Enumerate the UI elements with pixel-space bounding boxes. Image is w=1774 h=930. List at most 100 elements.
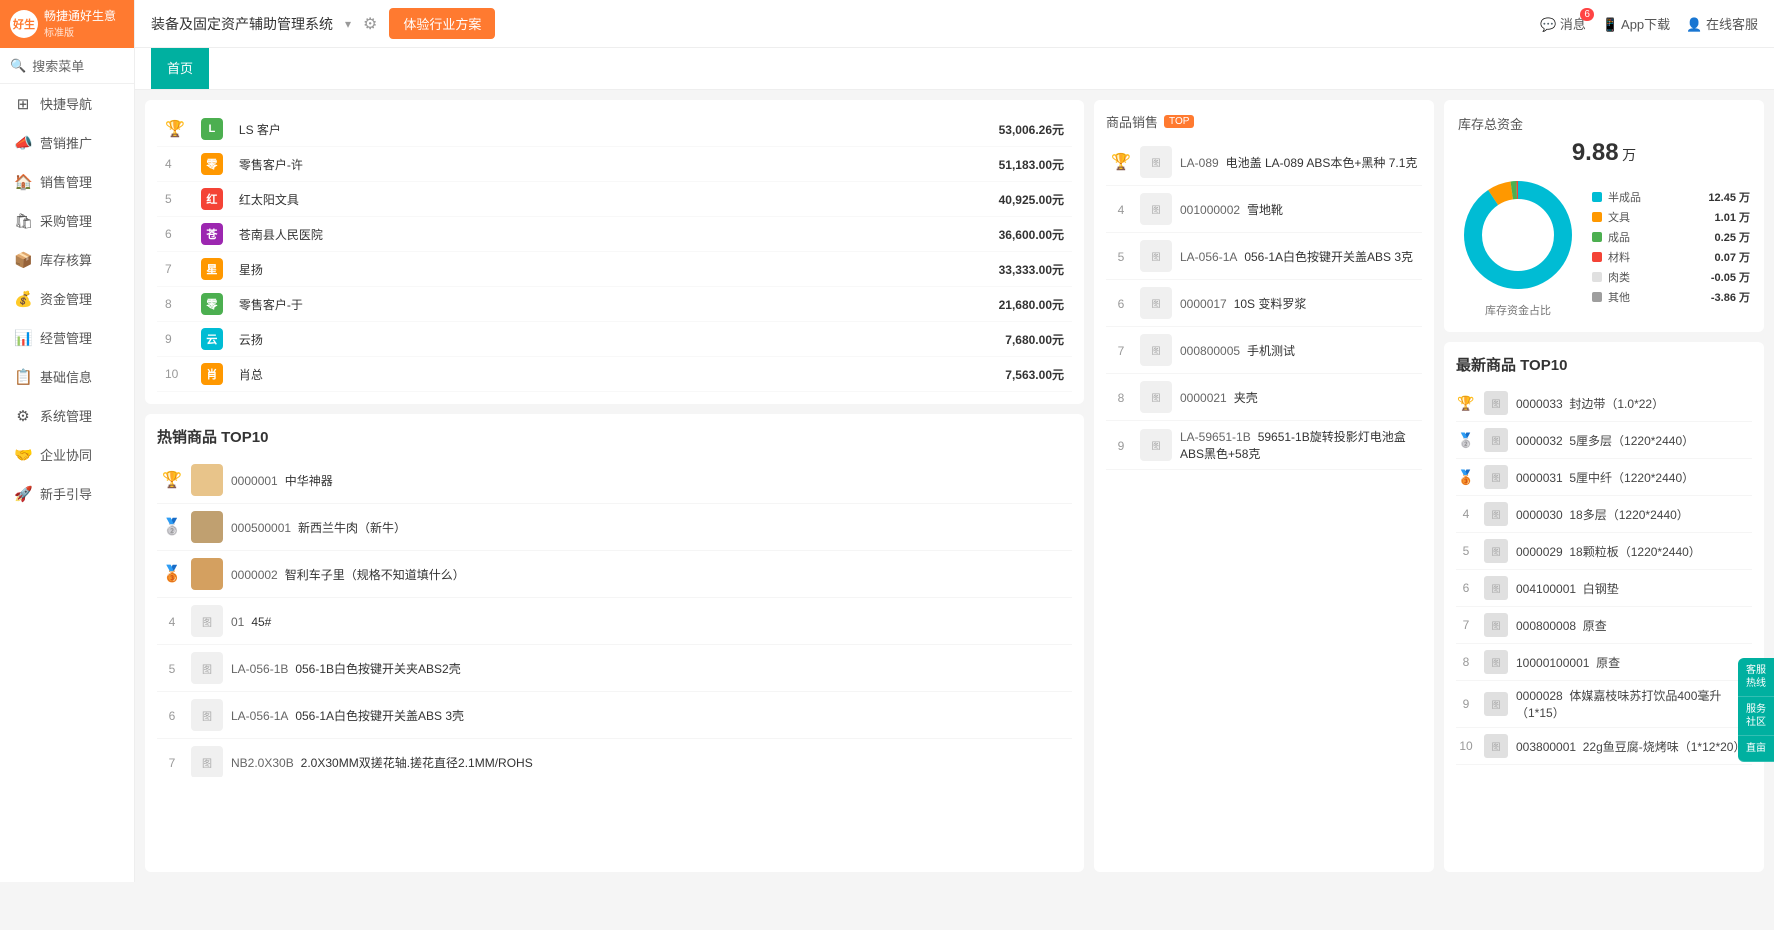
list-item: 6 图 004100001 白钢垫: [1456, 570, 1752, 607]
sidebar-item-cooperation[interactable]: 🤝 企业协同: [0, 435, 134, 474]
dropdown-icon[interactable]: ▾: [345, 17, 351, 31]
legend-item: 材料 0.07 万: [1592, 249, 1750, 265]
basic-info-icon: 📋: [14, 368, 32, 386]
sidebar-label-finance: 资金管理: [40, 289, 92, 308]
legend-item: 其他 -3.86 万: [1592, 289, 1750, 305]
sidebar-label-operation: 经营管理: [40, 328, 92, 347]
list-item: 9 图 LA-59651-1B 59651-1B旋转投影灯电池盒ABS黑色+58…: [1106, 421, 1422, 470]
app-download-button[interactable]: 📱 App下载: [1602, 14, 1670, 33]
right-panel: 库存总资金 9.88 万: [1444, 100, 1764, 872]
main-content: 首页 🏆 L LS 客户 53,006.26元 4 零 零售客户-许 51,18…: [135, 48, 1774, 882]
product-sales-card: 商品销售 TOP 🏆 图 LA-089 电池盖 LA-089 ABS本色+黑种 …: [1094, 100, 1434, 872]
finance-icon: 💰: [14, 290, 32, 308]
sidebar-item-marketing[interactable]: 📣 营销推广: [0, 123, 134, 162]
list-item: 8 图 0000021 夹壳: [1106, 374, 1422, 421]
table-row: 5 红 红太阳文具 40,925.00元: [157, 182, 1072, 217]
table-row: 7 星 星扬 33,333.00元: [157, 252, 1072, 287]
inventory-unit: 万: [1622, 147, 1636, 163]
table-row: 8 零 零售客户-于 21,680.00元: [157, 287, 1072, 322]
sidebar-item-purchase[interactable]: 🛍 采购管理: [0, 201, 134, 240]
legend-item: 文具 1.01 万: [1592, 209, 1750, 225]
system-title: 装备及固定资产辅助管理系统: [151, 14, 333, 34]
new-products-list: 🏆 图 0000033 封边带（1.0*22） 🥈 图 0000032 5厘多层…: [1456, 385, 1752, 765]
legend-item: 成品 0.25 万: [1592, 229, 1750, 245]
search-icon: 🔍: [10, 58, 26, 74]
sidebar-item-sales[interactable]: 🏠 销售管理: [0, 162, 134, 201]
sidebar-item-guide[interactable]: 🚀 新手引导: [0, 474, 134, 513]
sidebar-search[interactable]: 🔍 搜索菜单: [0, 48, 134, 84]
cooperation-icon: 🤝: [14, 446, 32, 464]
list-item: 4 图 001000002 雪地靴: [1106, 186, 1422, 233]
table-row: 9 云 云扬 7,680.00元: [157, 322, 1072, 357]
legend-item: 肉类 -0.05 万: [1592, 269, 1750, 285]
search-label: 搜索菜单: [32, 56, 84, 75]
list-item: 7 图 000800008 原查: [1456, 607, 1752, 644]
customer-service-button[interactable]: 客服热线: [1738, 658, 1774, 697]
message-icon: 💬: [1540, 17, 1556, 32]
sidebar-label-inventory: 库存核算: [40, 250, 92, 269]
inventory-card: 库存总资金 9.88 万: [1444, 100, 1764, 332]
chart-area: 库存资金占比 半成品 12.45 万 文具 1.01 万 成品 0.25 万 材…: [1458, 175, 1750, 318]
top-customers-table: 🏆 L LS 客户 53,006.26元 4 零 零售客户-许 51,183.0…: [157, 112, 1072, 392]
sidebar-item-quick-nav[interactable]: ⊞ 快捷导航: [0, 84, 134, 123]
left-panel: 🏆 L LS 客户 53,006.26元 4 零 零售客户-许 51,183.0…: [145, 100, 1084, 872]
sidebar: 好生 畅捷通好生意 标准版 🔍 搜索菜单 ⊞ 快捷导航 📣 营销推广 🏠 销售管…: [0, 0, 135, 882]
message-button[interactable]: 💬 消息 6: [1540, 14, 1586, 33]
purchase-icon: 🛍: [14, 212, 32, 230]
list-item: 6 图 0000017 10S 变料罗浆: [1106, 280, 1422, 327]
sidebar-label-guide: 新手引导: [40, 484, 92, 503]
tab-bar: 首页: [135, 48, 1774, 90]
sidebar-item-inventory[interactable]: 📦 库存核算: [0, 240, 134, 279]
marketing-icon: 📣: [14, 134, 32, 152]
list-item: 🥉 图 0000031 5厘中纤（1220*2440）: [1456, 459, 1752, 496]
sidebar-label-system: 系统管理: [40, 406, 92, 425]
mid-products-list: 🏆 图 LA-089 电池盖 LA-089 ABS本色+黑种 7.1克 4 图 …: [1106, 139, 1422, 470]
sidebar-label-quick-nav: 快捷导航: [40, 94, 92, 113]
inventory-amount: 9.88: [1572, 139, 1619, 166]
list-item: 7 图 NB2.0X30B 2.0X30MM双搓花轴.搓花直径2.1MM/ROH…: [157, 739, 1072, 777]
list-item: 🥉 0000002 智利车子里（规格不知道填什么）: [157, 551, 1072, 598]
sidebar-item-finance[interactable]: 💰 资金管理: [0, 279, 134, 318]
hot-products-list: 🏆 0000001 中华神器 🥈 000500001 新西兰牛肉（新牛） 🥉 0…: [157, 457, 1072, 777]
donut-chart: [1458, 175, 1578, 295]
list-item: 9 图 0000028 体媒嘉枝味苏打饮品400毫升（1*15）: [1456, 681, 1752, 728]
float-buttons: 客服热线 服务社区 直亩: [1738, 658, 1774, 762]
online-service-icon: 👤: [1686, 17, 1702, 32]
list-item: 8 图 10000100001 原查: [1456, 644, 1752, 681]
legend: 半成品 12.45 万 文具 1.01 万 成品 0.25 万 材料 0.07 …: [1592, 189, 1750, 305]
logo-edition: 标准版: [44, 24, 116, 39]
direct-button[interactable]: 直亩: [1738, 736, 1774, 762]
settings-icon[interactable]: ⚙: [363, 14, 377, 34]
sidebar-item-system[interactable]: ⚙ 系统管理: [0, 396, 134, 435]
operation-icon: 📊: [14, 329, 32, 347]
sidebar-label-cooperation: 企业协同: [40, 445, 92, 464]
hot-products-card: 热销商品 TOP10 🏆 0000001 中华神器 🥈 000500001 新西…: [145, 414, 1084, 872]
trial-button[interactable]: 体验行业方案: [389, 8, 495, 39]
sidebar-label-marketing: 营销推广: [40, 133, 92, 152]
table-row: 4 零 零售客户-许 51,183.00元: [157, 147, 1072, 182]
list-item: 🏆 0000001 中华神器: [157, 457, 1072, 504]
guide-icon: 🚀: [14, 485, 32, 503]
sales-icon: 🏠: [14, 173, 32, 191]
sidebar-item-operation[interactable]: 📊 经营管理: [0, 318, 134, 357]
hot-products-title: 热销商品 TOP10: [157, 426, 1072, 447]
mid-top-badge: TOP: [1164, 115, 1194, 128]
new-products-title: 最新商品 TOP10: [1456, 354, 1752, 375]
list-item: 🏆 图 LA-089 电池盖 LA-089 ABS本色+黑种 7.1克: [1106, 139, 1422, 186]
tab-home[interactable]: 首页: [151, 48, 209, 89]
header: 装备及固定资产辅助管理系统 ▾ ⚙ 体验行业方案 💬 消息 6 📱 App下载 …: [135, 0, 1774, 48]
list-item: 5 图 LA-056-1B 056-1B白色按键开关夹ABS2壳: [157, 645, 1072, 692]
online-service-label: 在线客服: [1706, 17, 1758, 32]
sidebar-logo: 好生 畅捷通好生意 标准版: [0, 0, 134, 48]
sidebar-label-basic-info: 基础信息: [40, 367, 92, 386]
list-item: 5 图 LA-056-1A 056-1A白色按键开关盖ABS 3克: [1106, 233, 1422, 280]
legend-item: 半成品 12.45 万: [1592, 189, 1750, 205]
mid-panel-title: 商品销售: [1106, 112, 1158, 131]
service-community-button[interactable]: 服务社区: [1738, 697, 1774, 736]
app-download-icon: 📱: [1602, 17, 1618, 32]
top-customers-card: 🏆 L LS 客户 53,006.26元 4 零 零售客户-许 51,183.0…: [145, 100, 1084, 404]
inventory-icon: 📦: [14, 251, 32, 269]
list-item: 🥈 000500001 新西兰牛肉（新牛）: [157, 504, 1072, 551]
sidebar-item-basic-info[interactable]: 📋 基础信息: [0, 357, 134, 396]
online-service-button[interactable]: 👤 在线客服: [1686, 14, 1758, 33]
